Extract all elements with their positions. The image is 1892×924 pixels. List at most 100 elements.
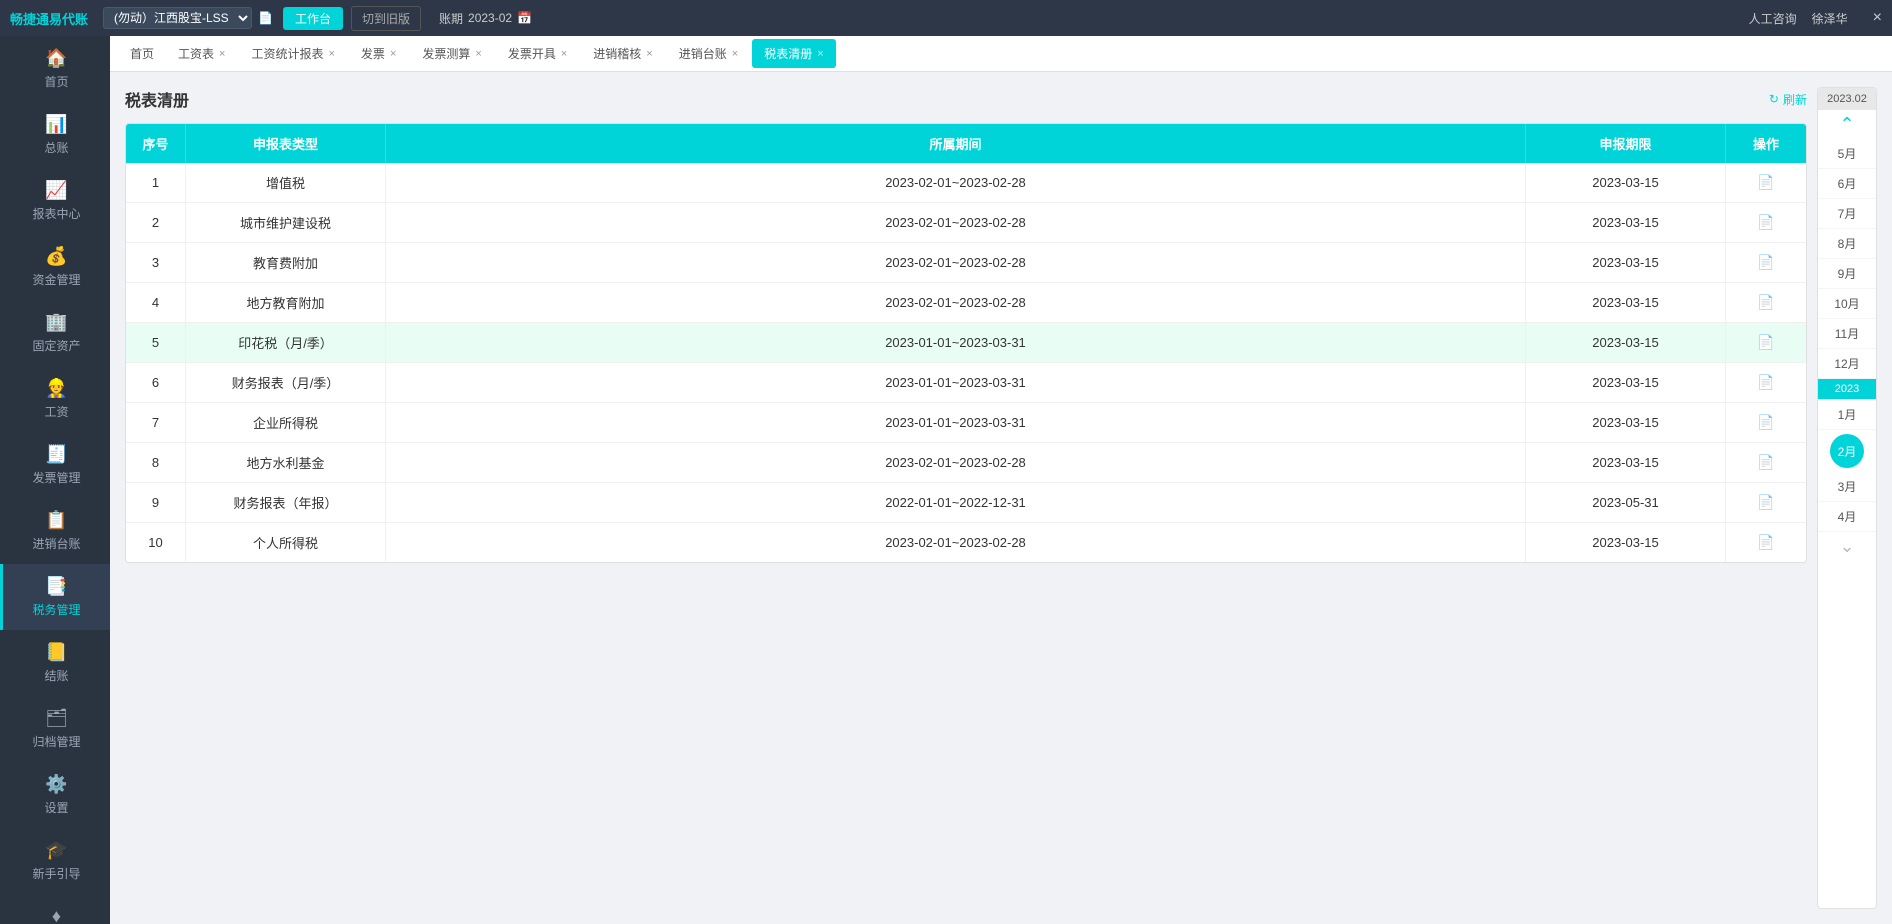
tab-salary-stats[interactable]: 工资统计报表 ×	[239, 39, 346, 68]
window-close-button[interactable]: ×	[1873, 9, 1882, 27]
table-header: 序号 申报表类型 所属期间 申报期限 操作	[126, 124, 1806, 163]
sidebar-item-assets[interactable]: 🏢 固定资产	[0, 300, 110, 366]
sidebar-item-guide[interactable]: 🎓 新手引导	[0, 828, 110, 894]
tab-purchase-audit[interactable]: 进销稽核 ×	[581, 39, 664, 68]
action-doc-icon[interactable]: 📄	[1757, 534, 1774, 551]
top-bar: 畅捷通易代账 (勿动）江西股宝-LSS 📄 工作台 切到旧版 账期 2023-0…	[0, 0, 1892, 36]
archive-icon: 🗂	[45, 708, 68, 729]
action-doc-icon[interactable]: 📄	[1757, 454, 1774, 471]
tab-invoice-issue[interactable]: 发票开具 ×	[496, 39, 579, 68]
refresh-button[interactable]: ↻ 刷新	[1769, 91, 1807, 108]
sidebar-item-salary[interactable]: 👷 工资	[0, 366, 110, 432]
cell-action[interactable]: 📄	[1726, 363, 1806, 402]
date-nav-month-9[interactable]: 9月	[1818, 259, 1876, 289]
report-icon: 📈	[45, 180, 67, 201]
cell-action[interactable]: 📄	[1726, 203, 1806, 242]
sidebar-label-salary: 工资	[44, 403, 68, 420]
cell-deadline: 2023-03-15	[1526, 163, 1726, 202]
sidebar-item-settings[interactable]: ⚙️ 设置	[0, 762, 110, 828]
cell-no: 4	[126, 283, 186, 322]
col-header-type: 申报表类型	[186, 124, 386, 163]
sidebar-item-member[interactable]: ♦ 畅会员	[0, 894, 110, 924]
support-link[interactable]: 人工咨询	[1749, 10, 1797, 27]
tab-close-invoice-calc[interactable]: ×	[475, 48, 481, 60]
cell-action[interactable]: 📄	[1726, 163, 1806, 202]
date-nav-month-8[interactable]: 8月	[1818, 229, 1876, 259]
sidebar-item-close[interactable]: 📒 结账	[0, 630, 110, 696]
sidebar-item-funds[interactable]: 💰 资金管理	[0, 234, 110, 300]
cell-action[interactable]: 📄	[1726, 483, 1806, 522]
cell-no: 8	[126, 443, 186, 482]
cell-action[interactable]: 📄	[1726, 323, 1806, 362]
tax-icon: 📑	[45, 576, 67, 597]
cell-no: 6	[126, 363, 186, 402]
tab-close-invoice[interactable]: ×	[390, 48, 396, 60]
tab-close-purchase-ledger[interactable]: ×	[732, 48, 738, 60]
cell-action[interactable]: 📄	[1726, 283, 1806, 322]
user-info[interactable]: 徐泽华	[1812, 10, 1848, 27]
company-selector[interactable]: (勿动）江西股宝-LSS 📄	[103, 7, 273, 29]
action-doc-icon[interactable]: 📄	[1757, 494, 1774, 511]
date-nav-month-10[interactable]: 10月	[1818, 289, 1876, 319]
date-nav-down-button[interactable]: ⌄	[1835, 532, 1858, 561]
date-nav-up-button[interactable]: ⌃	[1835, 110, 1858, 139]
date-nav-month-4[interactable]: 4月	[1818, 502, 1876, 532]
sidebar-item-invoice[interactable]: 🧾 发票管理	[0, 432, 110, 498]
tab-close-salary[interactable]: ×	[219, 48, 225, 60]
sidebar-item-report[interactable]: 📈 报表中心	[0, 168, 110, 234]
cell-deadline: 2023-05-31	[1526, 483, 1726, 522]
assets-icon: 🏢	[45, 312, 67, 333]
date-nav-month-1[interactable]: 1月	[1818, 400, 1876, 430]
date-nav-month-7[interactable]: 7月	[1818, 199, 1876, 229]
date-nav-month-6[interactable]: 6月	[1818, 169, 1876, 199]
date-nav-month-5[interactable]: 5月	[1818, 139, 1876, 169]
cell-action[interactable]: 📄	[1726, 243, 1806, 282]
tab-invoice-calc[interactable]: 发票测算 ×	[410, 39, 493, 68]
sidebar-item-home[interactable]: 🏠 首页	[0, 36, 110, 102]
tab-close-salary-stats[interactable]: ×	[328, 48, 334, 60]
date-nav-month-3[interactable]: 3月	[1818, 472, 1876, 502]
tab-invoice[interactable]: 发票 ×	[349, 39, 408, 68]
cell-action[interactable]: 📄	[1726, 443, 1806, 482]
tab-close-tax-list[interactable]: ×	[817, 48, 823, 60]
sidebar-item-archive[interactable]: 🗂 归档管理	[0, 696, 110, 762]
action-doc-icon[interactable]: 📄	[1757, 174, 1774, 191]
tab-purchase-ledger[interactable]: 进销台账 ×	[667, 39, 750, 68]
action-doc-icon[interactable]: 📄	[1757, 334, 1774, 351]
action-doc-icon[interactable]: 📄	[1757, 414, 1774, 431]
date-nav-month-11[interactable]: 11月	[1818, 319, 1876, 349]
action-doc-icon[interactable]: 📄	[1757, 254, 1774, 271]
sidebar: 🏠 首页 📊 总账 📈 报表中心 💰 资金管理 🏢 固定资产 👷 工资 🧾 发票…	[0, 36, 110, 924]
cell-period: 2023-02-01~2023-02-28	[386, 243, 1526, 282]
sidebar-label-settings: 设置	[44, 799, 68, 816]
calendar-icon[interactable]: 📅	[517, 11, 532, 25]
action-doc-icon[interactable]: 📄	[1757, 294, 1774, 311]
cell-no: 1	[126, 163, 186, 202]
action-doc-icon[interactable]: 📄	[1757, 374, 1774, 391]
tab-close-invoice-issue[interactable]: ×	[561, 48, 567, 60]
cell-deadline: 2023-03-15	[1526, 243, 1726, 282]
sidebar-item-tax[interactable]: 📑 税务管理	[0, 564, 110, 630]
tab-tax-list[interactable]: 税表清册 ×	[752, 39, 835, 68]
cell-type: 地方教育附加	[186, 283, 386, 322]
guide-icon: 🎓	[45, 840, 67, 861]
date-nav-month-12[interactable]: 12月	[1818, 349, 1876, 379]
date-nav-month-2-current[interactable]: 2月	[1830, 434, 1864, 468]
cell-action[interactable]: 📄	[1726, 403, 1806, 442]
table-row: 3 教育费附加 2023-02-01~2023-02-28 2023-03-15…	[126, 243, 1806, 283]
invoice-icon: 🧾	[45, 444, 67, 465]
tab-home[interactable]: 首页	[120, 39, 164, 68]
switch-button[interactable]: 切到旧版	[351, 6, 421, 31]
col-header-deadline: 申报期限	[1526, 124, 1726, 163]
date-nav-year-2023[interactable]: 2023	[1818, 379, 1876, 400]
action-doc-icon[interactable]: 📄	[1757, 214, 1774, 231]
sidebar-item-ledger[interactable]: 📊 总账	[0, 102, 110, 168]
sidebar-item-purchase-sales[interactable]: 📋 进销台账	[0, 498, 110, 564]
company-dropdown[interactable]: (勿动）江西股宝-LSS	[103, 7, 252, 29]
table-row: 9 财务报表（年报） 2022-01-01~2022-12-31 2023-05…	[126, 483, 1806, 523]
cell-action[interactable]: 📄	[1726, 523, 1806, 562]
tab-close-purchase-audit[interactable]: ×	[646, 48, 652, 60]
table-row: 1 增值税 2023-02-01~2023-02-28 2023-03-15 📄	[126, 163, 1806, 203]
workbench-button[interactable]: 工作台	[283, 7, 343, 30]
tab-salary-table[interactable]: 工资表 ×	[166, 39, 237, 68]
